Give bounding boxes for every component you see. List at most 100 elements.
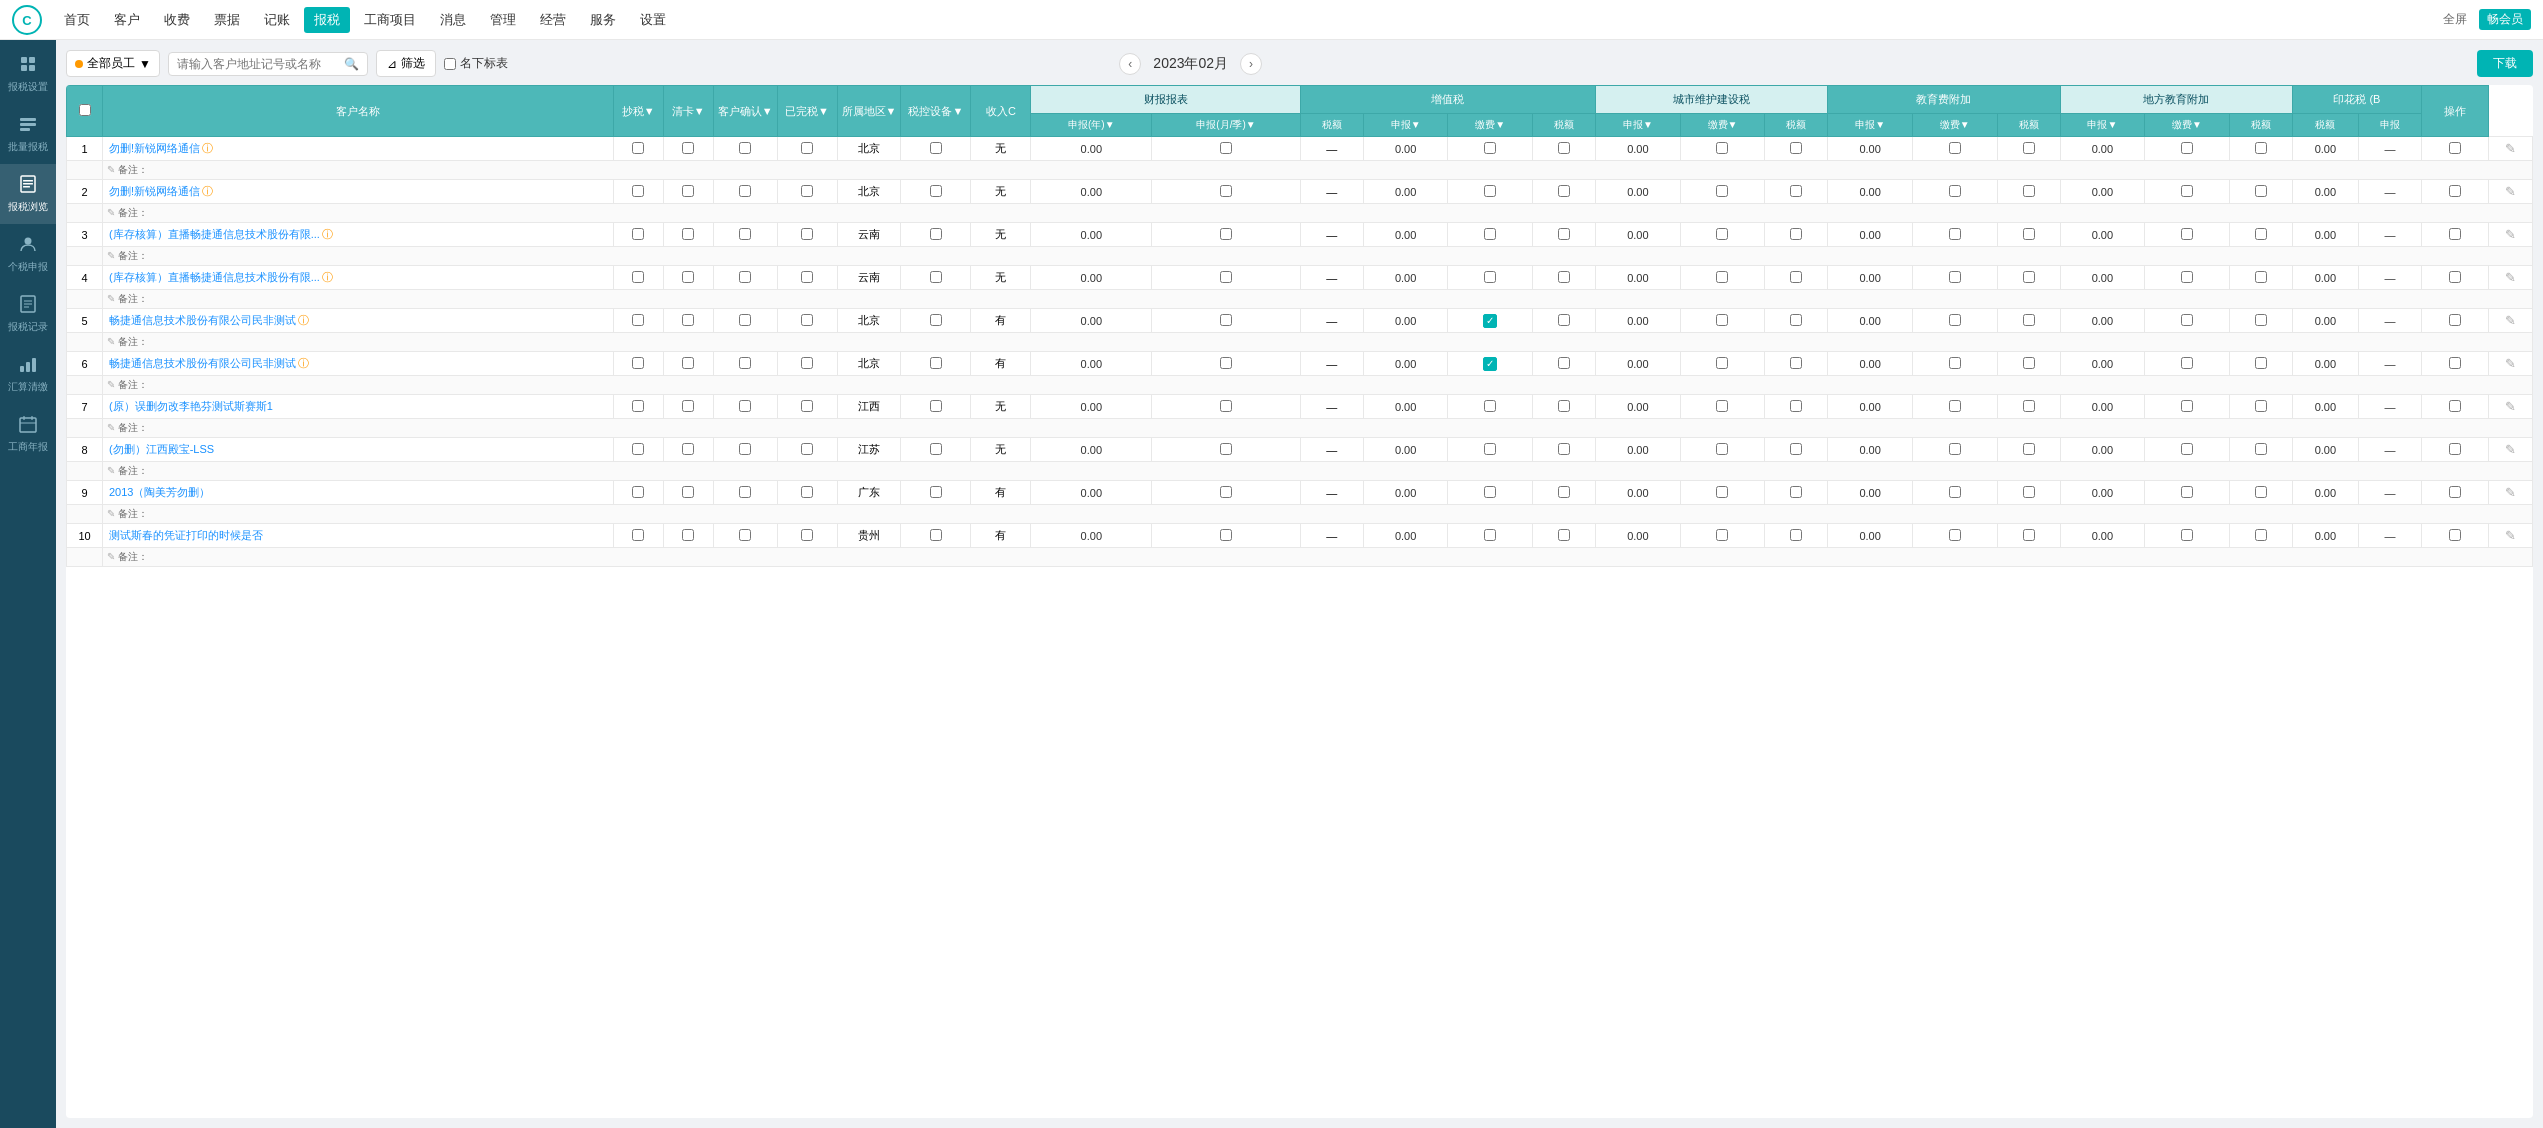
row-stamp-declare[interactable]	[2421, 438, 2488, 462]
row-control[interactable]	[901, 352, 971, 376]
row-control[interactable]	[901, 266, 971, 290]
row-vat-declare[interactable]	[1448, 137, 1533, 161]
edit-icon[interactable]: ✎	[2505, 442, 2516, 457]
row-edu-declare[interactable]	[1912, 180, 1997, 204]
stamp-declare-checkbox[interactable]	[2449, 228, 2461, 240]
edu-declare-checkbox[interactable]	[1949, 400, 1961, 412]
declared-checkbox[interactable]	[801, 185, 813, 197]
row-city-declare[interactable]	[1680, 137, 1765, 161]
remark-content[interactable]: ✎ 备注：	[103, 204, 2533, 223]
row-vat-declare[interactable]	[1448, 481, 1533, 505]
edu-declare-checkbox[interactable]	[1949, 228, 1961, 240]
left-panel-tax-view[interactable]: 报税浏览	[0, 164, 56, 224]
row-vat-declare[interactable]: ✓	[1448, 352, 1533, 376]
localedu-declare-checkbox[interactable]	[2181, 271, 2193, 283]
row-action[interactable]: ✎	[2489, 223, 2533, 247]
row-confirm[interactable]	[713, 309, 777, 333]
edit-icon[interactable]: ✎	[2505, 528, 2516, 543]
row-localedu-declare[interactable]	[2145, 223, 2230, 247]
row-localedu-declare[interactable]	[2145, 137, 2230, 161]
row-city-pay[interactable]	[1765, 524, 1828, 548]
fin-annual-checkbox[interactable]	[1220, 400, 1232, 412]
vat-pay-checkbox[interactable]	[1558, 529, 1570, 541]
city-declare-checkbox[interactable]	[1716, 271, 1728, 283]
shuishen-checkbox[interactable]	[632, 357, 644, 369]
control-checkbox[interactable]	[930, 486, 942, 498]
row-city-declare[interactable]	[1680, 395, 1765, 419]
fin-annual-checkbox[interactable]	[1220, 228, 1232, 240]
confirm-checkbox[interactable]	[739, 486, 751, 498]
next-month-button[interactable]: ›	[1240, 53, 1262, 75]
row-vat-pay[interactable]	[1533, 481, 1596, 505]
stamp-declare-checkbox[interactable]	[2449, 314, 2461, 326]
shuishen-checkbox[interactable]	[632, 185, 644, 197]
remark-edit-icon[interactable]: ✎	[107, 207, 115, 218]
luoka-checkbox[interactable]	[682, 271, 694, 283]
city-declare-checkbox[interactable]	[1716, 400, 1728, 412]
localedu-pay-checkbox[interactable]	[2255, 443, 2267, 455]
row-edu-declare[interactable]	[1912, 481, 1997, 505]
left-panel-reconcile[interactable]: 汇算清缴	[0, 344, 56, 404]
fullscreen-button[interactable]: 全屏	[2443, 11, 2467, 28]
edit-icon[interactable]: ✎	[2505, 313, 2516, 328]
row-action[interactable]: ✎	[2489, 137, 2533, 161]
edu-pay-checkbox[interactable]	[2023, 357, 2035, 369]
fin-annual-checkbox[interactable]	[1220, 529, 1232, 541]
row-action[interactable]: ✎	[2489, 524, 2533, 548]
fin-annual-checkbox[interactable]	[1220, 142, 1232, 154]
row-city-declare[interactable]	[1680, 309, 1765, 333]
nav-item-invoice[interactable]: 票据	[204, 7, 250, 33]
edit-icon[interactable]: ✎	[2505, 184, 2516, 199]
city-pay-checkbox[interactable]	[1790, 314, 1802, 326]
row-vat-pay[interactable]	[1533, 352, 1596, 376]
row-vat-pay[interactable]	[1533, 137, 1596, 161]
row-edu-declare[interactable]	[1912, 395, 1997, 419]
row-localedu-declare[interactable]	[2145, 395, 2230, 419]
nav-item-message[interactable]: 消息	[430, 7, 476, 33]
row-vat-declare[interactable]	[1448, 438, 1533, 462]
row-localedu-declare[interactable]	[2145, 352, 2230, 376]
row-control[interactable]	[901, 481, 971, 505]
member-button[interactable]: 畅会员	[2479, 9, 2531, 30]
remark-content[interactable]: ✎ 备注：	[103, 462, 2533, 481]
edit-icon[interactable]: ✎	[2505, 141, 2516, 156]
localedu-declare-checkbox[interactable]	[2181, 185, 2193, 197]
city-declare-checkbox[interactable]	[1716, 314, 1728, 326]
left-panel-batch-tax[interactable]: 批量报税	[0, 104, 56, 164]
confirm-checkbox[interactable]	[739, 443, 751, 455]
luoka-checkbox[interactable]	[682, 185, 694, 197]
edit-icon[interactable]: ✎	[2505, 227, 2516, 242]
named-table-checkbox-label[interactable]: 名下标表	[444, 55, 508, 72]
row-luoka[interactable]	[663, 266, 713, 290]
row-city-declare[interactable]	[1680, 223, 1765, 247]
row-stamp-declare[interactable]	[2421, 309, 2488, 333]
row-stamp-declare[interactable]	[2421, 352, 2488, 376]
row-edu-pay[interactable]	[1997, 481, 2060, 505]
row-shuishen[interactable]	[613, 481, 663, 505]
row-localedu-declare[interactable]	[2145, 266, 2230, 290]
row-confirm[interactable]	[713, 352, 777, 376]
remark-edit-icon[interactable]: ✎	[107, 465, 115, 476]
row-city-pay[interactable]	[1765, 266, 1828, 290]
edit-icon[interactable]: ✎	[2505, 356, 2516, 371]
row-luoka[interactable]	[663, 395, 713, 419]
row-edu-declare[interactable]	[1912, 309, 1997, 333]
row-declared[interactable]	[777, 223, 837, 247]
prev-month-button[interactable]: ‹	[1119, 53, 1141, 75]
edu-pay-checkbox[interactable]	[2023, 443, 2035, 455]
shuishen-checkbox[interactable]	[632, 400, 644, 412]
row-edu-pay[interactable]	[1997, 395, 2060, 419]
row-vat-declare[interactable]: ✓	[1448, 309, 1533, 333]
row-city-pay[interactable]	[1765, 352, 1828, 376]
vat-declare-checkbox[interactable]	[1484, 486, 1496, 498]
luoka-checkbox[interactable]	[682, 357, 694, 369]
remark-edit-icon[interactable]: ✎	[107, 293, 115, 304]
row-confirm[interactable]	[713, 266, 777, 290]
row-localedu-pay[interactable]	[2229, 309, 2292, 333]
localedu-declare-checkbox[interactable]	[2181, 142, 2193, 154]
edu-pay-checkbox[interactable]	[2023, 228, 2035, 240]
vat-declare-checkbox[interactable]	[1484, 400, 1496, 412]
row-confirm[interactable]	[713, 481, 777, 505]
vat-pay-checkbox[interactable]	[1558, 271, 1570, 283]
luoka-checkbox[interactable]	[682, 529, 694, 541]
